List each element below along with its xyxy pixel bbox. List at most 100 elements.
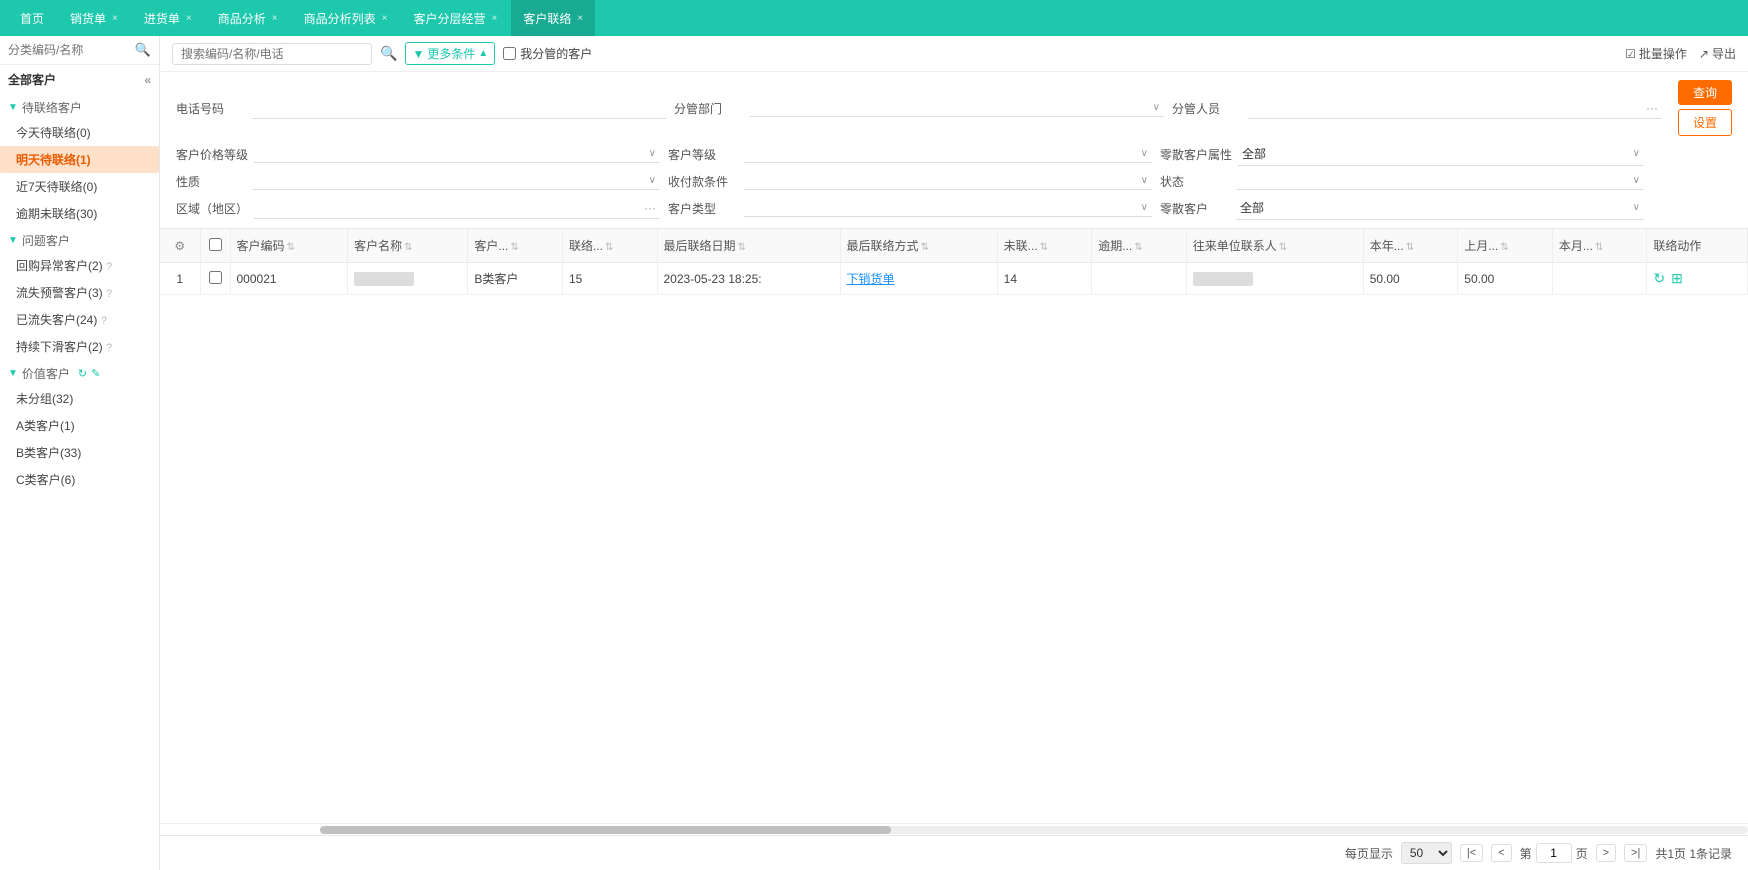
close-icon[interactable]: ×	[272, 13, 278, 24]
th-uncontacted: 未联...⇅	[997, 229, 1092, 263]
query-button[interactable]: 查询	[1678, 80, 1732, 105]
sidebar-item-churn-warning[interactable]: 流失预警客户(3) ?	[0, 279, 159, 306]
arrow-icon: ▼	[8, 368, 18, 379]
nav-item-customer-tier[interactable]: 客户分层经营 ×	[401, 0, 509, 36]
customer-level-select[interactable]: ∨	[744, 145, 1152, 163]
sidebar-item-7days-contact[interactable]: 近7天待联络(0)	[0, 173, 159, 200]
action-refresh-icon[interactable]: ↻	[1653, 270, 1665, 287]
table-row: 1 000021 B类客户 15 2023-05-23 18:25: 下销货单 …	[160, 263, 1748, 295]
all-customers-header[interactable]: 全部客户 «	[0, 65, 159, 94]
filter-cell-price-level: 客户价格等级 ∨	[176, 145, 660, 163]
nav-item-customer-contact[interactable]: 客户联络 ×	[511, 0, 595, 36]
my-customers-checkbox-label[interactable]: 我分管的客户	[503, 45, 592, 62]
sidebar-search-input[interactable]	[8, 43, 131, 57]
td-checkbox[interactable]	[200, 263, 230, 295]
group-value-customers[interactable]: ▼ 价值客户 ↻ ✎	[0, 360, 159, 385]
more-conditions-button[interactable]: ▼ 更多条件 ▲	[405, 42, 495, 65]
gear-icon[interactable]: ⚙	[174, 239, 185, 253]
bulk-op-button[interactable]: ☑ 批量操作	[1625, 45, 1687, 62]
my-customers-checkbox[interactable]	[503, 47, 516, 60]
status-select[interactable]: ∨	[1236, 172, 1644, 190]
phone-input[interactable]	[252, 98, 666, 119]
chevron-down-icon: ∨	[1633, 148, 1640, 159]
price-level-select[interactable]: ∨	[254, 145, 660, 163]
td-last-method[interactable]: 下销货单	[840, 263, 997, 295]
th-type: 客户...⇅	[468, 229, 563, 263]
first-page-button[interactable]: |<	[1460, 844, 1483, 862]
select-all-checkbox[interactable]	[209, 238, 222, 251]
dept-label: 分管部门	[674, 100, 744, 117]
chevron-down-icon: ∨	[1141, 175, 1148, 186]
advanced-filter-panel: 电话号码 分管部门 ∨ 分管人员 ··· 查询 设置	[160, 72, 1748, 229]
nature-select[interactable]: ∨	[252, 172, 660, 190]
td-uncontacted: 14	[997, 263, 1092, 295]
page-size-select[interactable]: 50 20 100	[1401, 842, 1452, 864]
customer-type-select[interactable]: ∨	[744, 199, 1152, 217]
close-icon[interactable]: ×	[491, 13, 497, 24]
refresh-icon[interactable]: ↻	[78, 367, 87, 380]
th-checkbox[interactable]	[200, 229, 230, 263]
sidebar-item-class-b[interactable]: B类客户(33)	[0, 439, 159, 466]
export-icon: ↗	[1699, 47, 1709, 61]
chevron-down-icon: ∨	[1633, 175, 1640, 186]
close-icon[interactable]: ×	[382, 13, 388, 24]
close-icon[interactable]: ×	[112, 13, 118, 24]
group-pending-contact[interactable]: ▼ 待联络客户	[0, 94, 159, 119]
nature-label: 性质	[176, 173, 246, 190]
arrow-icon: ▼	[8, 235, 18, 246]
th-action: 联络动作	[1647, 229, 1748, 263]
nav-item-sales[interactable]: 销货单 ×	[58, 0, 130, 36]
scrollbar-thumb[interactable]	[320, 826, 891, 834]
last-method-link[interactable]: 下销货单	[847, 272, 895, 286]
prev-page-button[interactable]: <	[1491, 844, 1511, 862]
setting-button[interactable]: 设置	[1678, 109, 1732, 136]
filter-cell-customer-type: 客户类型 ∨	[668, 199, 1152, 217]
close-icon[interactable]: ×	[186, 13, 192, 24]
sidebar-item-class-a[interactable]: A类客户(1)	[0, 412, 159, 439]
sidebar-item-today-contact[interactable]: 今天待联络(0)	[0, 119, 159, 146]
sidebar-item-churned[interactable]: 已流失客户(24) ?	[0, 306, 159, 333]
nav-item-home[interactable]: 首页	[8, 0, 56, 36]
filter-row-3: 性质 ∨ 收付款条件 ∨ 状态 ∨	[176, 172, 1732, 190]
pagination-bar: 每页显示 50 20 100 |< < 第 页 > >| 共1页 1条记录	[160, 835, 1748, 870]
sidebar-search-area: 🔍	[0, 36, 159, 65]
nav-item-purchase[interactable]: 进货单 ×	[132, 0, 204, 36]
sidebar-item-declining[interactable]: 持续下滑客户(2) ?	[0, 333, 159, 360]
dept-select[interactable]: ∨	[750, 99, 1164, 117]
filter-row-4: 区域（地区） ··· 客户类型 ∨ 零散客户 全部 ∨	[176, 196, 1732, 220]
checkbox-icon: ☑	[1625, 47, 1636, 61]
nav-item-product-analysis-list[interactable]: 商品分析列表 ×	[292, 0, 400, 36]
edit-icon[interactable]: ✎	[91, 367, 100, 380]
sidebar-item-ungrouped[interactable]: 未分组(32)	[0, 385, 159, 412]
th-gear[interactable]: ⚙	[160, 229, 200, 263]
export-button[interactable]: ↗ 导出	[1699, 45, 1736, 62]
status-label: 状态	[1160, 173, 1230, 190]
payment-select[interactable]: ∨	[744, 172, 1152, 190]
retail-attr-select[interactable]: 全部 ∨	[1238, 142, 1644, 166]
sidebar-item-repurchase-abnormal[interactable]: 回购异常客户(2) ?	[0, 252, 159, 279]
next-page-button[interactable]: >	[1596, 844, 1616, 862]
close-icon[interactable]: ×	[577, 13, 583, 24]
chevron-down-icon: ∨	[1141, 148, 1148, 159]
collapse-icon[interactable]: «	[144, 73, 151, 87]
retail-customer-select[interactable]: 全部 ∨	[1236, 196, 1644, 220]
last-page-button[interactable]: >|	[1624, 844, 1647, 862]
filter-cell-phone: 电话号码	[176, 98, 666, 119]
td-type: B类客户	[468, 263, 563, 295]
search-button[interactable]: 🔍	[380, 45, 397, 62]
sidebar-search-icon[interactable]: 🔍	[135, 42, 151, 58]
sidebar-item-class-c[interactable]: C类客户(6)	[0, 466, 159, 493]
sidebar-item-tomorrow-contact[interactable]: 明天待联络(1)	[0, 146, 159, 173]
content-area: 🔍 ▼ 更多条件 ▲ 我分管的客户 ☑ 批量操作 ↗ 导出	[160, 36, 1748, 870]
nav-item-product-analysis[interactable]: 商品分析 ×	[206, 0, 290, 36]
sidebar-item-overdue-contact[interactable]: 逾期未联络(30)	[0, 200, 159, 227]
page-number-input[interactable]	[1536, 843, 1572, 863]
action-grid-icon[interactable]: ⊞	[1671, 270, 1683, 287]
area-select[interactable]: ···	[254, 198, 660, 219]
row-checkbox[interactable]	[209, 271, 222, 284]
chevron-down-icon: ∨	[1633, 202, 1640, 213]
group-problem-customers[interactable]: ▼ 问题客户	[0, 227, 159, 252]
manager-select[interactable]: ···	[1248, 98, 1662, 119]
td-last-date: 2023-05-23 18:25:	[657, 263, 840, 295]
search-input[interactable]	[172, 43, 372, 65]
